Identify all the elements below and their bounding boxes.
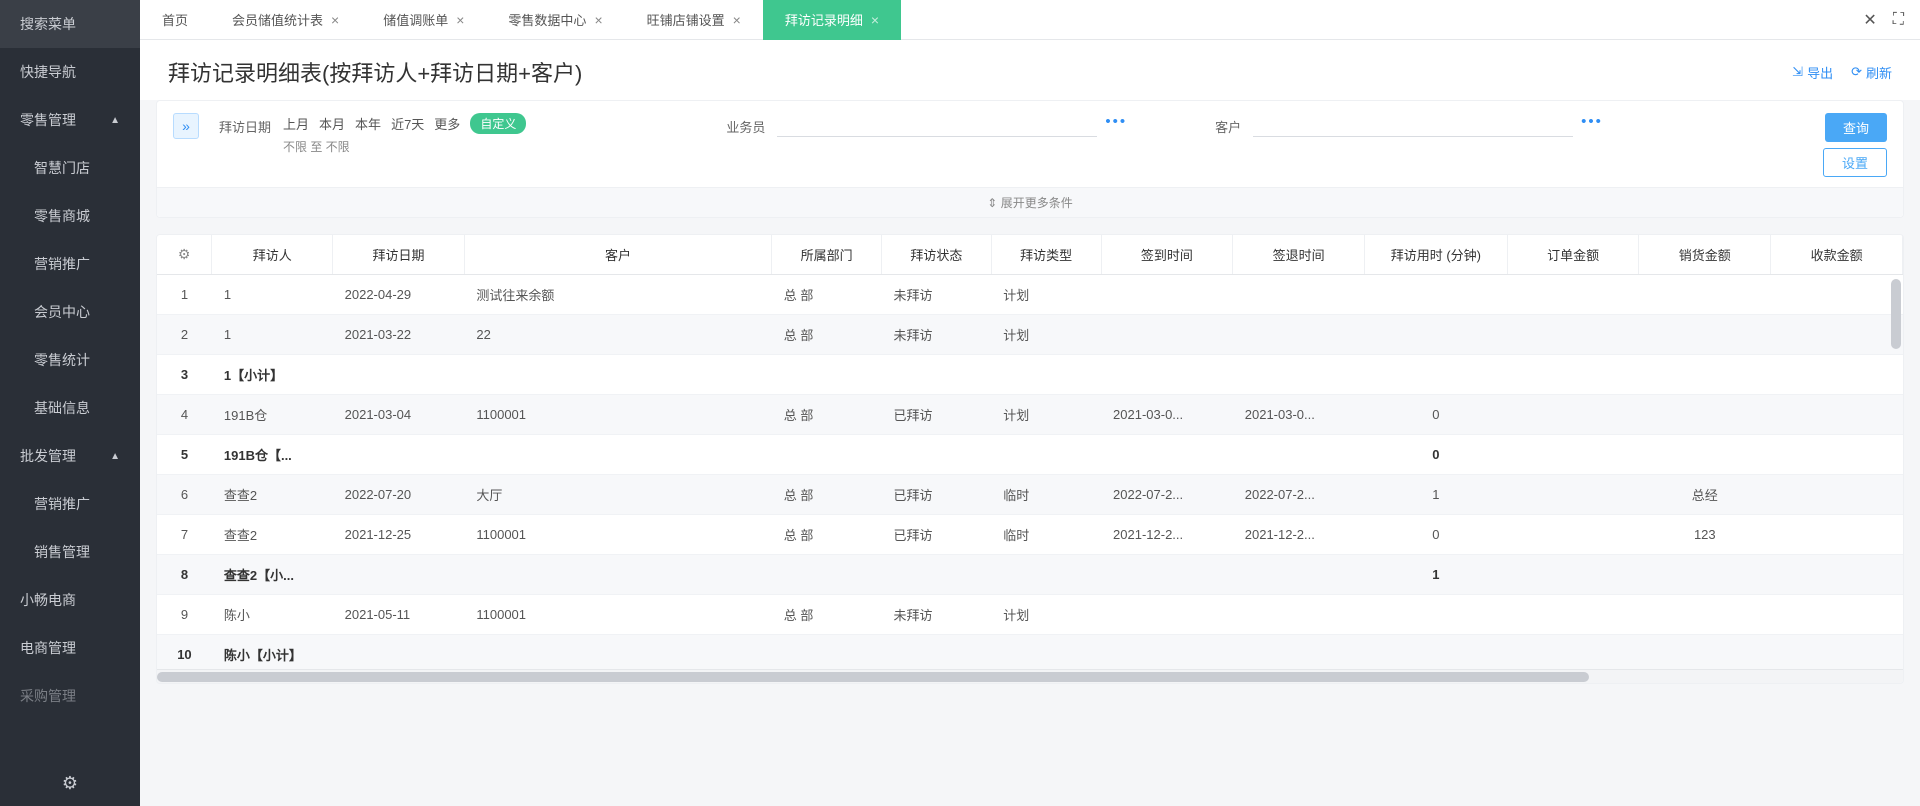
customer-input[interactable] [1253, 113, 1573, 137]
tab-deposit-adjust[interactable]: 储值调账单× [361, 0, 486, 40]
filter-customer: 客户 ••• [1215, 113, 1611, 137]
col-checkin[interactable]: 签到时间 [1101, 235, 1233, 275]
table-row[interactable]: 7查查22021-12-251100001总 部已拜访临时2021-12-2..… [157, 515, 1903, 555]
col-order[interactable]: 订单金额 [1507, 235, 1639, 275]
sidebar-sub-marketing[interactable]: 营销推广 [0, 240, 140, 288]
setting-button[interactable]: 设置 [1823, 148, 1887, 177]
table-row[interactable]: 10陈小【小计】 [157, 635, 1903, 670]
page-title: 拜访记录明细表(按拜访人+拜访日期+客户) [168, 56, 582, 88]
staff-picker-icon[interactable]: ••• [1097, 113, 1135, 130]
sidebar-search[interactable]: 搜索菜单 [0, 0, 140, 48]
table-row[interactable]: 212021-03-2222总 部未拜访计划 [157, 315, 1903, 355]
collapse-filter-button[interactable]: » [173, 113, 199, 139]
col-checkout[interactable]: 签退时间 [1233, 235, 1365, 275]
sidebar-group-retail[interactable]: 零售管理▲ [0, 96, 140, 144]
sidebar-sub-basic-info[interactable]: 基础信息 [0, 384, 140, 432]
sidebar-sub-retail-mall[interactable]: 零售商城 [0, 192, 140, 240]
filter-visit-date: 拜访日期 上月 本月 本年 近7天 更多 自定义 不限 至 不限 [219, 113, 526, 155]
close-icon[interactable]: × [594, 12, 602, 28]
sidebar-sub-retail-stats[interactable]: 零售统计 [0, 336, 140, 384]
date-opt-this-year[interactable]: 本年 [355, 114, 381, 133]
date-opt-more[interactable]: 更多 [434, 114, 460, 133]
table-row[interactable]: 31【小计】 [157, 355, 1903, 395]
expand-icon: ⇕ [987, 196, 997, 210]
page-actions: ⇲导出 ⟳刷新 [1792, 63, 1892, 82]
sidebar-sub-smart-store[interactable]: 智慧门店 [0, 144, 140, 192]
col-date[interactable]: 拜访日期 [333, 235, 465, 275]
tab-visit-record[interactable]: 拜访记录明细× [763, 0, 901, 40]
customer-picker-icon[interactable]: ••• [1573, 113, 1611, 130]
sidebar-item-purchase-manage[interactable]: 采购管理 [0, 672, 140, 720]
table-row[interactable]: 9陈小2021-05-111100001总 部未拜访计划 [157, 595, 1903, 635]
filter-label-customer: 客户 [1215, 113, 1241, 136]
table-row[interactable]: 4191B仓2021-03-041100001总 部已拜访计划2021-03-0… [157, 395, 1903, 435]
filter-staff: 业务员 ••• [726, 113, 1135, 137]
settings-gear-icon[interactable]: ⚙ [0, 761, 140, 806]
vertical-scrollbar[interactable] [1891, 279, 1901, 349]
date-opt-last-month[interactable]: 上月 [283, 114, 309, 133]
export-icon: ⇲ [1792, 64, 1803, 80]
expand-filters-button[interactable]: ⇕ 展开更多条件 [157, 187, 1903, 217]
horizontal-scrollbar[interactable] [157, 669, 1903, 683]
col-type[interactable]: 拜访类型 [991, 235, 1101, 275]
date-opt-custom[interactable]: 自定义 [470, 113, 526, 134]
sidebar-sub-member-center[interactable]: 会员中心 [0, 288, 140, 336]
refresh-icon: ⟳ [1851, 64, 1862, 80]
table-row[interactable]: 6查查22022-07-20大厅总 部已拜访临时2022-07-2...2022… [157, 475, 1903, 515]
filter-panel: » 拜访日期 上月 本月 本年 近7天 更多 自定义 不限 至 不限 [156, 100, 1904, 218]
table-row[interactable]: 5191B仓【...0 [157, 435, 1903, 475]
close-icon[interactable]: × [733, 12, 741, 28]
table-settings-button[interactable]: ⚙ [157, 235, 212, 275]
date-opt-this-month[interactable]: 本月 [319, 114, 345, 133]
col-person[interactable]: 拜访人 [212, 235, 333, 275]
col-customer[interactable]: 客户 [464, 235, 771, 275]
sidebar: 搜索菜单 快捷导航 零售管理▲ 智慧门店 零售商城 营销推广 会员中心 零售统计… [0, 0, 140, 806]
fullscreen-icon[interactable]: ⛶ [1893, 11, 1904, 29]
filter-label-staff: 业务员 [726, 113, 765, 136]
close-icon[interactable]: × [871, 12, 879, 28]
gear-icon: ⚙ [178, 246, 191, 262]
close-all-icon[interactable]: ✕ [1863, 10, 1876, 30]
tab-retail-data[interactable]: 零售数据中心× [486, 0, 624, 40]
col-receipt[interactable]: 收款金额 [1771, 235, 1903, 275]
refresh-button[interactable]: ⟳刷新 [1851, 63, 1892, 82]
col-dept[interactable]: 所属部门 [772, 235, 882, 275]
date-range-text: 不限 至 不限 [283, 136, 526, 155]
sidebar-item-ecommerce-xiaochang[interactable]: 小畅电商 [0, 576, 140, 624]
col-sales[interactable]: 销货金额 [1639, 235, 1771, 275]
sidebar-sub-sales-manage[interactable]: 销售管理 [0, 528, 140, 576]
table-header-row: ⚙ 拜访人 拜访日期 客户 所属部门 拜访状态 拜访类型 签到时间 签退时间 拜… [157, 235, 1903, 275]
caret-up-icon: ▲ [110, 115, 120, 126]
export-button[interactable]: ⇲导出 [1792, 63, 1833, 82]
table-row[interactable]: 8查查2【小...1 [157, 555, 1903, 595]
tab-home[interactable]: 首页 [140, 0, 210, 40]
sidebar-item-ecommerce-manage[interactable]: 电商管理 [0, 624, 140, 672]
col-status[interactable]: 拜访状态 [882, 235, 992, 275]
tab-bar: 首页 会员储值统计表× 储值调账单× 零售数据中心× 旺铺店铺设置× 拜访记录明… [140, 0, 1920, 40]
date-opt-7days[interactable]: 近7天 [391, 114, 424, 133]
filter-label-date: 拜访日期 [219, 113, 271, 136]
tab-member-stats[interactable]: 会员储值统计表× [210, 0, 361, 40]
caret-up-icon: ▲ [110, 451, 120, 462]
table-row[interactable]: 112022-04-29测试往来余额总 部未拜访计划 [157, 275, 1903, 315]
close-icon[interactable]: × [331, 12, 339, 28]
data-table: ⚙ 拜访人 拜访日期 客户 所属部门 拜访状态 拜访类型 签到时间 签退时间 拜… [156, 234, 1904, 684]
staff-input[interactable] [777, 113, 1097, 137]
query-button[interactable]: 查询 [1825, 113, 1887, 142]
close-icon[interactable]: × [456, 12, 464, 28]
col-duration[interactable]: 拜访用时 (分钟) [1365, 235, 1508, 275]
sidebar-group-wholesale[interactable]: 批发管理▲ [0, 432, 140, 480]
sidebar-shortcut[interactable]: 快捷导航 [0, 48, 140, 96]
sidebar-sub-wholesale-marketing[interactable]: 营销推广 [0, 480, 140, 528]
page-header: 拜访记录明细表(按拜访人+拜访日期+客户) ⇲导出 ⟳刷新 [140, 40, 1920, 100]
tab-shop-setting[interactable]: 旺铺店铺设置× [625, 0, 763, 40]
main: 首页 会员储值统计表× 储值调账单× 零售数据中心× 旺铺店铺设置× 拜访记录明… [140, 0, 1920, 806]
